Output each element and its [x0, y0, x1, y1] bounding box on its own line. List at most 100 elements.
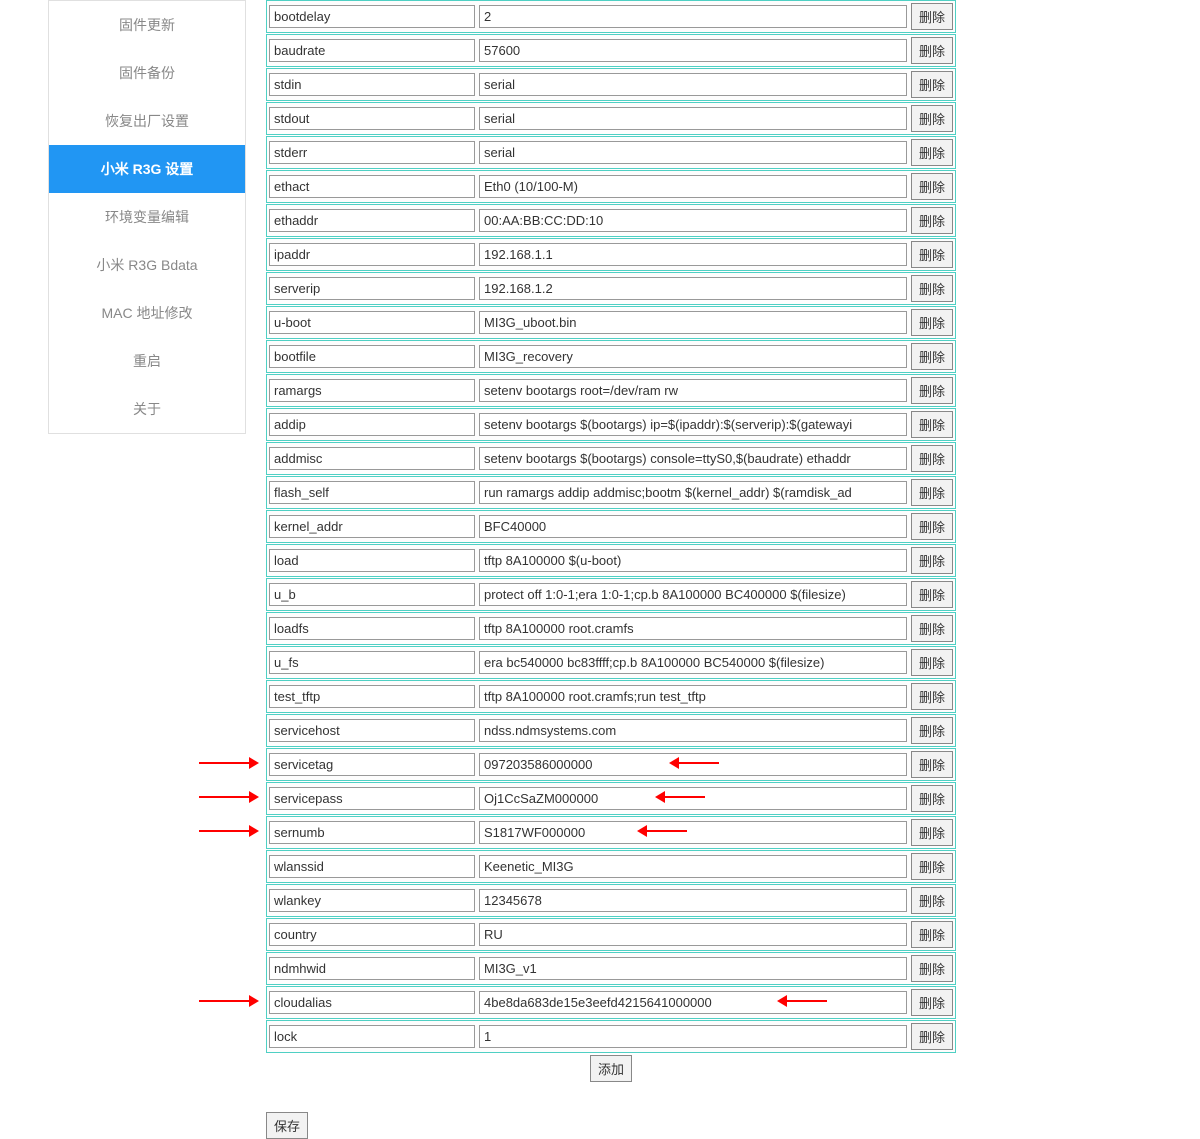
- delete-button[interactable]: 删除: [911, 785, 953, 812]
- env-value-input[interactable]: [479, 923, 907, 946]
- env-key-input[interactable]: [269, 39, 475, 62]
- delete-button[interactable]: 删除: [911, 921, 953, 948]
- env-key-input[interactable]: [269, 889, 475, 912]
- delete-button[interactable]: 删除: [911, 547, 953, 574]
- delete-button[interactable]: 删除: [911, 717, 953, 744]
- delete-button[interactable]: 删除: [911, 513, 953, 540]
- env-value-input[interactable]: [479, 957, 907, 980]
- env-value-input[interactable]: [479, 141, 907, 164]
- delete-button[interactable]: 删除: [911, 989, 953, 1016]
- env-value-input[interactable]: [479, 549, 907, 572]
- delete-button[interactable]: 删除: [911, 751, 953, 778]
- env-key-input[interactable]: [269, 617, 475, 640]
- env-key-input[interactable]: [269, 107, 475, 130]
- env-key-input[interactable]: [269, 5, 475, 28]
- delete-button[interactable]: 删除: [911, 343, 953, 370]
- env-value-input[interactable]: [479, 855, 907, 878]
- delete-button[interactable]: 删除: [911, 445, 953, 472]
- delete-button[interactable]: 删除: [911, 275, 953, 302]
- sidebar-item-8[interactable]: 关于: [49, 385, 245, 433]
- delete-button[interactable]: 删除: [911, 683, 953, 710]
- env-value-input[interactable]: [479, 991, 907, 1014]
- env-key-input[interactable]: [269, 311, 475, 334]
- delete-button[interactable]: 删除: [911, 411, 953, 438]
- delete-button[interactable]: 删除: [911, 853, 953, 880]
- sidebar-item-7[interactable]: 重启: [49, 337, 245, 385]
- delete-button[interactable]: 删除: [911, 955, 953, 982]
- sidebar-item-1[interactable]: 固件备份: [49, 49, 245, 97]
- env-value-input[interactable]: [479, 685, 907, 708]
- env-value-input[interactable]: [479, 889, 907, 912]
- delete-button[interactable]: 删除: [911, 173, 953, 200]
- delete-button[interactable]: 删除: [911, 207, 953, 234]
- env-key-input[interactable]: [269, 821, 475, 844]
- env-value-input[interactable]: [479, 1025, 907, 1048]
- env-value-input[interactable]: [479, 753, 907, 776]
- sidebar-item-5[interactable]: 小米 R3G Bdata: [49, 241, 245, 289]
- env-value-input[interactable]: [479, 39, 907, 62]
- env-value-input[interactable]: [479, 209, 907, 232]
- env-key-input[interactable]: [269, 345, 475, 368]
- delete-button[interactable]: 删除: [911, 3, 953, 30]
- save-button[interactable]: 保存: [266, 1112, 308, 1139]
- env-value-input[interactable]: [479, 617, 907, 640]
- env-key-input[interactable]: [269, 923, 475, 946]
- env-key-input[interactable]: [269, 685, 475, 708]
- delete-button[interactable]: 删除: [911, 105, 953, 132]
- sidebar-item-0[interactable]: 固件更新: [49, 1, 245, 49]
- env-key-input[interactable]: [269, 991, 475, 1014]
- env-key-input[interactable]: [269, 515, 475, 538]
- env-key-input[interactable]: [269, 141, 475, 164]
- delete-button[interactable]: 删除: [911, 71, 953, 98]
- env-key-input[interactable]: [269, 787, 475, 810]
- env-value-input[interactable]: [479, 175, 907, 198]
- env-value-input[interactable]: [479, 243, 907, 266]
- env-key-input[interactable]: [269, 549, 475, 572]
- delete-button[interactable]: 删除: [911, 887, 953, 914]
- env-key-input[interactable]: [269, 481, 475, 504]
- delete-button[interactable]: 删除: [911, 139, 953, 166]
- env-key-input[interactable]: [269, 447, 475, 470]
- env-value-input[interactable]: [479, 379, 907, 402]
- env-key-input[interactable]: [269, 583, 475, 606]
- env-value-input[interactable]: [479, 719, 907, 742]
- env-key-input[interactable]: [269, 855, 475, 878]
- env-key-input[interactable]: [269, 175, 475, 198]
- env-value-input[interactable]: [479, 311, 907, 334]
- env-value-input[interactable]: [479, 345, 907, 368]
- sidebar-item-4[interactable]: 环境变量编辑: [49, 193, 245, 241]
- env-value-input[interactable]: [479, 107, 907, 130]
- delete-button[interactable]: 删除: [911, 37, 953, 64]
- env-value-input[interactable]: [479, 787, 907, 810]
- env-key-input[interactable]: [269, 1025, 475, 1048]
- add-button[interactable]: 添加: [590, 1055, 632, 1082]
- env-key-input[interactable]: [269, 651, 475, 674]
- env-value-input[interactable]: [479, 73, 907, 96]
- delete-button[interactable]: 删除: [911, 479, 953, 506]
- env-key-input[interactable]: [269, 753, 475, 776]
- env-key-input[interactable]: [269, 379, 475, 402]
- delete-button[interactable]: 删除: [911, 377, 953, 404]
- env-value-input[interactable]: [479, 481, 907, 504]
- delete-button[interactable]: 删除: [911, 241, 953, 268]
- sidebar-item-2[interactable]: 恢复出厂设置: [49, 97, 245, 145]
- delete-button[interactable]: 删除: [911, 309, 953, 336]
- delete-button[interactable]: 删除: [911, 1023, 953, 1050]
- env-value-input[interactable]: [479, 447, 907, 470]
- env-key-input[interactable]: [269, 719, 475, 742]
- delete-button[interactable]: 删除: [911, 615, 953, 642]
- env-key-input[interactable]: [269, 73, 475, 96]
- sidebar-item-6[interactable]: MAC 地址修改: [49, 289, 245, 337]
- env-key-input[interactable]: [269, 243, 475, 266]
- env-key-input[interactable]: [269, 413, 475, 436]
- env-value-input[interactable]: [479, 821, 907, 844]
- env-key-input[interactable]: [269, 277, 475, 300]
- env-key-input[interactable]: [269, 209, 475, 232]
- delete-button[interactable]: 删除: [911, 649, 953, 676]
- env-value-input[interactable]: [479, 277, 907, 300]
- env-value-input[interactable]: [479, 5, 907, 28]
- sidebar-item-3[interactable]: 小米 R3G 设置: [49, 145, 245, 193]
- delete-button[interactable]: 删除: [911, 581, 953, 608]
- env-value-input[interactable]: [479, 583, 907, 606]
- env-key-input[interactable]: [269, 957, 475, 980]
